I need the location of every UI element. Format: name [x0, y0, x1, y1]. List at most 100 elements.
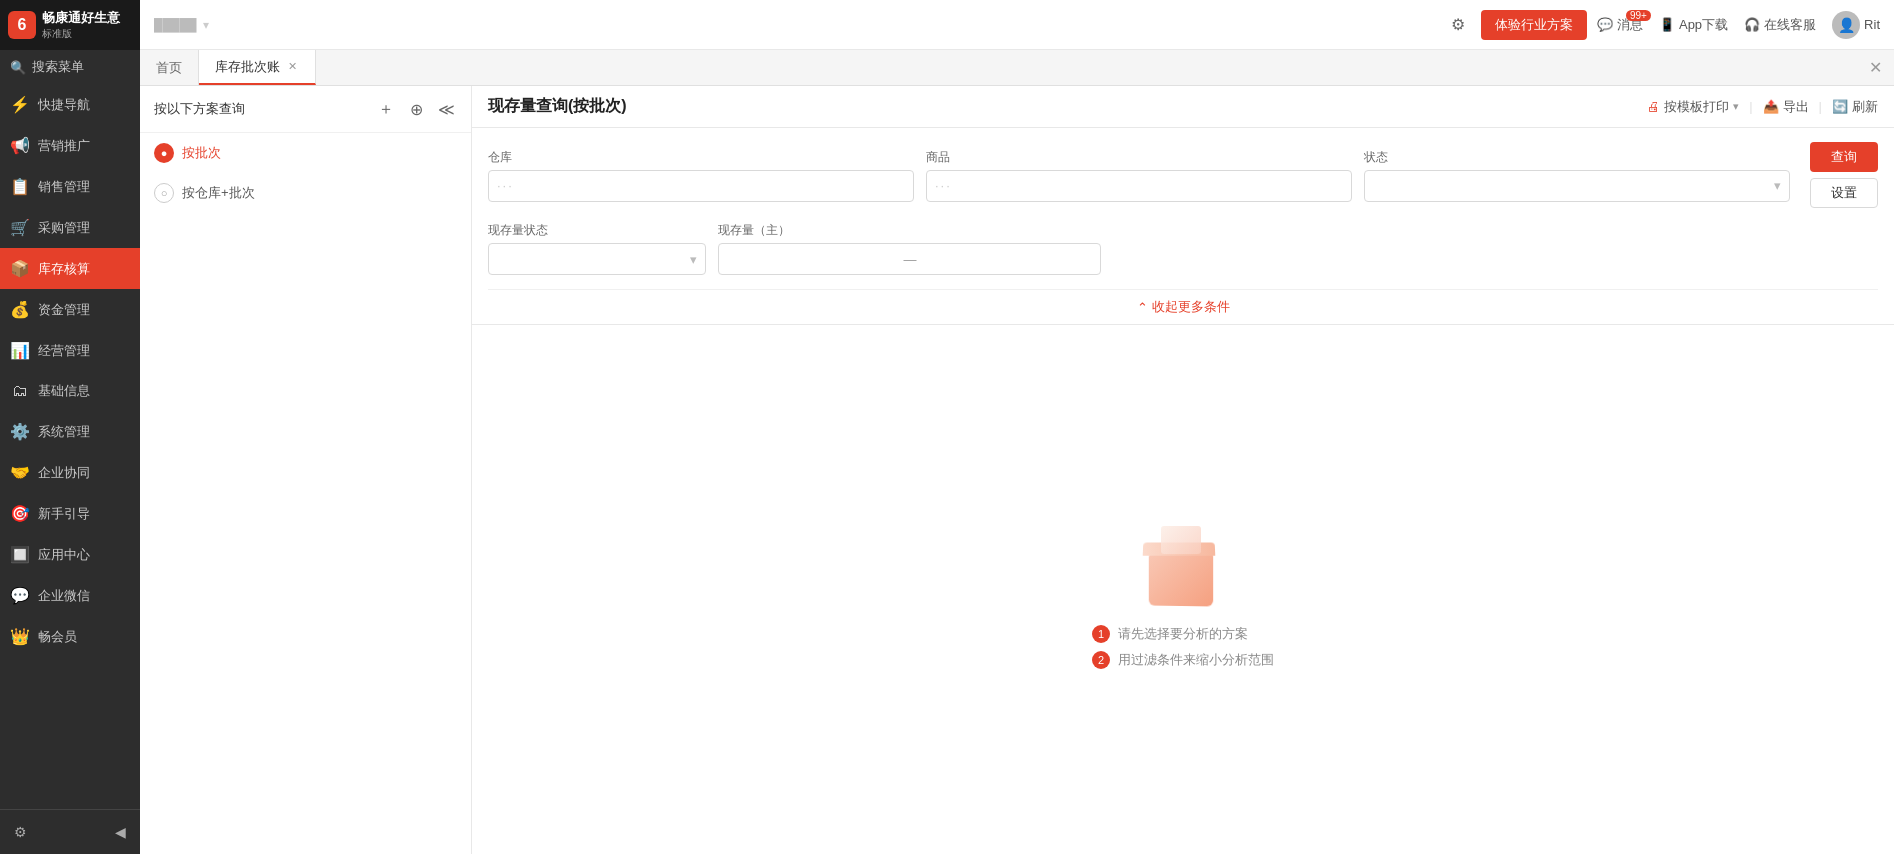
- step-2-text: 用过滤条件来缩小分析范围: [1118, 651, 1274, 669]
- phone-icon: 📱: [1659, 17, 1675, 32]
- refresh-btn[interactable]: 🔄 刷新: [1832, 98, 1878, 116]
- step-1-num: 1: [1092, 625, 1110, 643]
- sidebar-icon-inventory: 📦: [10, 259, 30, 278]
- message-badge: 99+: [1626, 10, 1651, 21]
- warehouse-dots: ···: [497, 178, 514, 193]
- page-title: 现存量查询(按批次): [488, 96, 627, 117]
- tab-close-main[interactable]: ✕: [1857, 50, 1894, 85]
- qty-to-input[interactable]: [924, 252, 1092, 267]
- collapse-filter-btn[interactable]: ⌃ 收起更多条件: [488, 289, 1878, 324]
- filter-row-1: 仓库 ··· 商品 ··· 状态 ▾: [488, 142, 1878, 208]
- query-btn[interactable]: 查询: [1810, 142, 1878, 172]
- sidebar-label-basic: 基础信息: [38, 382, 90, 400]
- sidebar-item-quick-nav[interactable]: ⚡ 快捷导航: [0, 84, 140, 125]
- tab-home-label: 首页: [156, 59, 182, 77]
- sidebar-item-system[interactable]: ⚙️ 系统管理: [0, 411, 140, 452]
- sidebar-icon-finance: 💰: [10, 300, 30, 319]
- filter-row-2: 现存量状态 ▾ 现存量（主） —: [488, 222, 1878, 275]
- sidebar-item-marketing[interactable]: 📢 营销推广: [0, 125, 140, 166]
- status-arrow: ▾: [1774, 178, 1781, 193]
- sidebar-item-sales[interactable]: 📋 销售管理: [0, 166, 140, 207]
- inventory-status-select[interactable]: ▾: [488, 243, 706, 275]
- print-icon: 🖨: [1647, 99, 1660, 114]
- message-icon: 💬: [1597, 17, 1613, 32]
- settings-btn[interactable]: 设置: [1810, 178, 1878, 208]
- sidebar-item-guide[interactable]: 🎯 新手引导: [0, 493, 140, 534]
- sidebar-label-marketing: 营销推广: [38, 137, 90, 155]
- sidebar-label-wechat: 企业微信: [38, 587, 90, 605]
- step-1-text: 请先选择要分析的方案: [1118, 625, 1248, 643]
- demo-btn[interactable]: 体验行业方案: [1481, 10, 1587, 40]
- app-download-btn[interactable]: 📱 App下载: [1659, 16, 1728, 34]
- sidebar-item-operations[interactable]: 📊 经营管理: [0, 330, 140, 371]
- sidebar-item-finance[interactable]: 💰 资金管理: [0, 289, 140, 330]
- status-input[interactable]: ▾: [1364, 170, 1790, 202]
- sidebar-icon-purchase: 🛒: [10, 218, 30, 237]
- empty-step-1: 1 请先选择要分析的方案: [1092, 625, 1274, 643]
- breadcrumb-arrow: ▾: [203, 18, 209, 32]
- range-dash: —: [903, 252, 916, 267]
- scheme-item-warehouse-batch[interactable]: ○ 按仓库+批次: [140, 173, 471, 213]
- footer-settings-btn[interactable]: ⚙: [10, 820, 31, 844]
- topbar: █████ ▾ ⚙ 体验行业方案 💬 消息 99+ 📱 App下载 🎧 在线客服…: [140, 0, 1894, 50]
- warehouse-input[interactable]: ···: [488, 170, 914, 202]
- sidebar-search[interactable]: 🔍 搜索菜单: [0, 50, 140, 84]
- breadcrumb-text: █████: [154, 18, 197, 32]
- warehouse-label: 仓库: [488, 149, 914, 166]
- collapse-panel-btn[interactable]: ≪: [435, 98, 457, 120]
- schemes-list: ● 按批次○ 按仓库+批次: [140, 133, 471, 213]
- print-template-btn[interactable]: 🖨 按模板打印 ▾: [1647, 98, 1739, 116]
- scheme-icon-batch: ●: [154, 143, 174, 163]
- main-area: █████ ▾ ⚙ 体验行业方案 💬 消息 99+ 📱 App下载 🎧 在线客服…: [140, 0, 1894, 854]
- current-qty-filter: 现存量（主） —: [718, 222, 1101, 275]
- tab-close-btn[interactable]: ✕: [286, 59, 299, 74]
- brand-version: 标准版: [42, 27, 120, 40]
- user-btn[interactable]: 👤 Rit: [1832, 11, 1880, 39]
- print-dropdown-icon: ▾: [1733, 100, 1739, 113]
- status-label: 状态: [1364, 149, 1790, 166]
- product-input[interactable]: ···: [926, 170, 1352, 202]
- footer-collapse-btn[interactable]: ◀: [111, 820, 130, 844]
- empty-steps: 1 请先选择要分析的方案 2 用过滤条件来缩小分析范围: [1092, 625, 1274, 669]
- export-icon: 📤: [1763, 99, 1779, 114]
- online-service-label: 在线客服: [1764, 16, 1816, 34]
- sidebar-icon-enterprise: 🤝: [10, 463, 30, 482]
- sidebar-item-enterprise[interactable]: 🤝 企业协同: [0, 452, 140, 493]
- tab-home[interactable]: 首页: [140, 50, 199, 85]
- sep1: |: [1749, 99, 1752, 114]
- sidebar-icon-marketing: 📢: [10, 136, 30, 155]
- sidebar-icon-operations: 📊: [10, 341, 30, 360]
- sidebar-label-member: 畅会员: [38, 628, 77, 646]
- sidebar-item-wechat[interactable]: 💬 企业微信: [0, 575, 140, 616]
- sidebar-item-app-center[interactable]: 🔲 应用中心: [0, 534, 140, 575]
- collapse-icon: ⌃: [1137, 300, 1148, 315]
- empty-state: 1 请先选择要分析的方案 2 用过滤条件来缩小分析范围: [472, 325, 1894, 854]
- sidebar-item-member[interactable]: 👑 畅会员: [0, 616, 140, 657]
- sidebar-label-quick-nav: 快捷导航: [38, 96, 90, 114]
- sidebar-icon-member: 👑: [10, 627, 30, 646]
- left-panel: 按以下方案查询 ＋ ⊕ ≪ ● 按批次○ 按仓库+批次: [140, 86, 472, 854]
- tab-batch-account[interactable]: 库存批次账 ✕: [199, 50, 316, 85]
- messages-btn[interactable]: 💬 消息 99+: [1597, 16, 1643, 34]
- product-dots: ···: [935, 178, 952, 193]
- filter-bar: 仓库 ··· 商品 ··· 状态 ▾: [472, 128, 1894, 325]
- refresh-icon: 🔄: [1832, 99, 1848, 114]
- empty-illustration: [1133, 511, 1233, 611]
- topbar-settings-icon[interactable]: ⚙: [1451, 15, 1465, 34]
- qty-from-input[interactable]: [727, 252, 895, 267]
- export-btn[interactable]: 📤 导出: [1763, 98, 1809, 116]
- sidebar-item-purchase[interactable]: 🛒 采购管理: [0, 207, 140, 248]
- sidebar-item-inventory[interactable]: 📦 库存核算: [0, 248, 140, 289]
- online-service-btn[interactable]: 🎧 在线客服: [1744, 16, 1816, 34]
- sidebar-label-inventory: 库存核算: [38, 260, 90, 278]
- tabbar: 首页 库存批次账 ✕ ✕: [140, 50, 1894, 86]
- scheme-item-batch[interactable]: ● 按批次: [140, 133, 471, 173]
- breadcrumb: █████ ▾: [154, 18, 1441, 32]
- tab-batch-label: 库存批次账: [215, 58, 280, 76]
- headphone-icon: 🎧: [1744, 17, 1760, 32]
- scheme-settings-btn[interactable]: ⊕: [405, 98, 427, 120]
- content-area: 按以下方案查询 ＋ ⊕ ≪ ● 按批次○ 按仓库+批次 现存量查询(按批次) 🖨…: [140, 86, 1894, 854]
- sidebar-item-basic[interactable]: 🗂 基础信息: [0, 371, 140, 411]
- add-scheme-btn[interactable]: ＋: [375, 98, 397, 120]
- product-label: 商品: [926, 149, 1352, 166]
